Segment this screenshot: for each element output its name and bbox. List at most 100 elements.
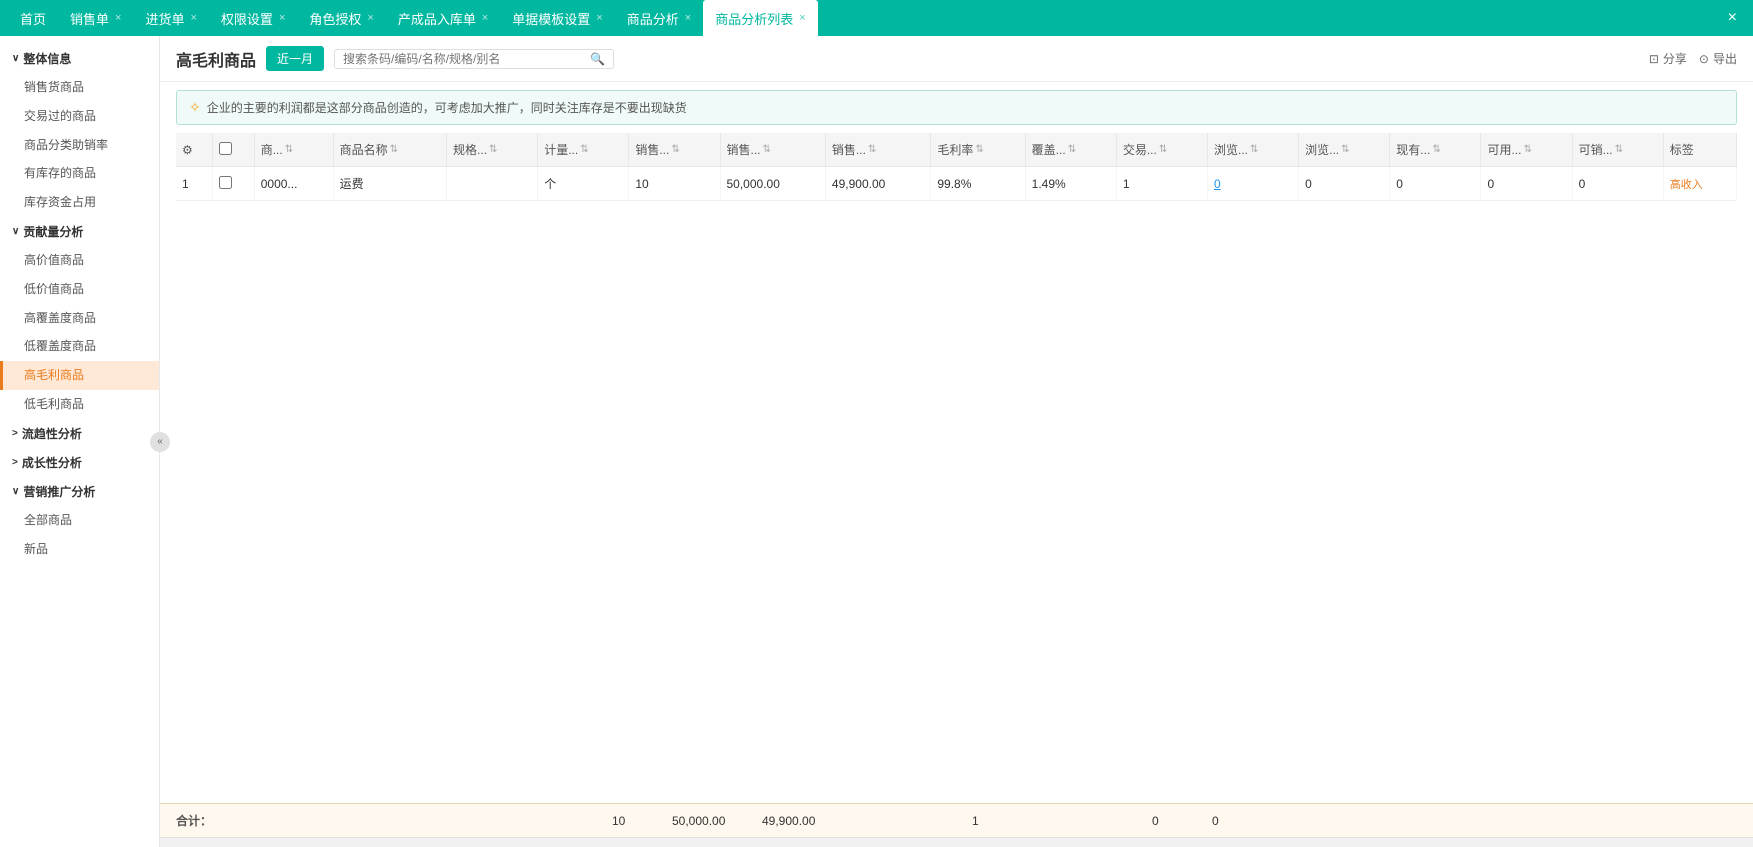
search-box: 🔍	[334, 49, 614, 69]
col-header-saleable_stock[interactable]: 可销...⇅	[1572, 133, 1663, 167]
total-sales-qty: 10	[606, 814, 666, 828]
sidebar-item-销售货商品[interactable]: 销售货商品	[0, 73, 159, 102]
data-table: ⚙商...⇅商品名称⇅规格...⇅计量...⇅销售...⇅销售...⇅销售...…	[176, 133, 1737, 201]
nav-close-icon[interactable]: ×	[367, 12, 373, 24]
col-header-unit[interactable]: 计量...⇅	[538, 133, 629, 167]
sidebar-item-库存资金占用[interactable]: 库存资金占用	[0, 188, 159, 217]
col-header-current_stock[interactable]: 现有...⇅	[1390, 133, 1481, 167]
nav-item-进货单[interactable]: 进货单×	[133, 0, 208, 36]
col-header-browse1[interactable]: 浏览...⇅	[1207, 133, 1298, 167]
nav-item-商品分析[interactable]: 商品分析×	[615, 0, 703, 36]
sidebar-group-成长性分析[interactable]: >成长性分析	[0, 448, 159, 477]
sort-icon: ⇅	[763, 144, 771, 155]
sort-icon: ⇅	[975, 144, 983, 155]
col-header-code[interactable]: 商...⇅	[254, 133, 333, 167]
col-label: 规格...	[453, 141, 487, 158]
sort-icon: ⇅	[390, 144, 398, 155]
nav-item-产成品入库单[interactable]: 产成品入库单×	[386, 0, 500, 36]
sort-icon: ⇅	[489, 144, 497, 155]
sidebar-group-label: 贡献量分析	[23, 223, 83, 240]
col-label: 浏览...	[1214, 141, 1248, 158]
sidebar-group-label: 整体信息	[23, 50, 71, 67]
nav-item-单据模板设置[interactable]: 单据模板设置×	[500, 0, 614, 36]
nav-item-权限设置[interactable]: 权限设置×	[209, 0, 297, 36]
sidebar-collapse-button[interactable]: «	[150, 432, 170, 452]
sidebar-item-新品[interactable]: 新品	[0, 535, 159, 564]
row-checkbox[interactable]	[219, 176, 232, 189]
nav-item-首页[interactable]: 首页	[8, 0, 58, 36]
nav-item-角色授权[interactable]: 角色授权×	[297, 0, 385, 36]
nav-close-icon[interactable]: ×	[799, 12, 805, 24]
cell-available_stock: 0	[1481, 167, 1572, 201]
sidebar-item-低覆盖度商品[interactable]: 低覆盖度商品	[0, 332, 159, 361]
cell-gross_margin: 99.8%	[931, 167, 1025, 201]
info-banner-text: 企业的主要的利润都是这部分商品创造的，可考虑加大推广，同时关注库存是不要出现缺货	[207, 99, 687, 116]
sidebar-item-高价值商品[interactable]: 高价值商品	[0, 246, 159, 275]
settings-icon[interactable]: ⚙	[182, 143, 193, 157]
select-all-checkbox[interactable]	[219, 142, 232, 155]
sidebar-item-全部商品[interactable]: 全部商品	[0, 506, 159, 535]
col-header-gross_margin[interactable]: 毛利率⇅	[931, 133, 1025, 167]
col-header-sales_qty[interactable]: 销售...⇅	[629, 133, 720, 167]
nav-close-icon[interactable]: ×	[115, 12, 121, 24]
search-icon[interactable]: 🔍	[590, 52, 605, 66]
total-trade-count: 1	[966, 814, 1026, 828]
nav-close-icon[interactable]: ×	[685, 12, 691, 24]
sidebar-group-整体信息[interactable]: ∨整体信息	[0, 44, 159, 73]
sidebar-group-label: 营销推广分析	[23, 483, 95, 500]
sidebar-group-label: 流趋性分析	[22, 425, 82, 442]
col-header-spec[interactable]: 规格...⇅	[447, 133, 538, 167]
horizontal-scrollbar[interactable]	[160, 837, 1753, 847]
col-header-sales_amount[interactable]: 销售...⇅	[720, 133, 825, 167]
export-button[interactable]: ⊙ 导出	[1699, 50, 1737, 67]
nav-close-icon[interactable]: ×	[596, 12, 602, 24]
nav-item-销售单[interactable]: 销售单×	[58, 0, 133, 36]
cell-browse2: 0	[1299, 167, 1390, 201]
main-container: ∨整体信息销售货商品交易过的商品商品分类助销率有库存的商品库存资金占用∨贡献量分…	[0, 36, 1753, 847]
cell-browse1[interactable]: 0	[1207, 167, 1298, 201]
nav-close-icon[interactable]: ×	[482, 12, 488, 24]
sidebar-group-贡献量分析[interactable]: ∨贡献量分析	[0, 217, 159, 246]
col-header-coverage[interactable]: 覆盖...⇅	[1025, 133, 1116, 167]
sidebar-group-label: 成长性分析	[22, 454, 82, 471]
col-label: 计量...	[544, 141, 578, 158]
cell-tag: 高收入	[1663, 167, 1736, 201]
col-header-sales_cost[interactable]: 销售...⇅	[825, 133, 930, 167]
sort-icon: ⇅	[1523, 144, 1531, 155]
col-label: 交易...	[1123, 141, 1157, 158]
nav-close-icon[interactable]: ×	[190, 12, 196, 24]
cell-coverage: 1.49%	[1025, 167, 1116, 201]
window-close-button[interactable]: ×	[1720, 9, 1745, 27]
sidebar: ∨整体信息销售货商品交易过的商品商品分类助销率有库存的商品库存资金占用∨贡献量分…	[0, 36, 160, 847]
sidebar-item-低价值商品[interactable]: 低价值商品	[0, 275, 159, 304]
total-bar: 合计： 10 50,000.00 49,900.00 1 0 0	[160, 803, 1753, 837]
table-header: ⚙商...⇅商品名称⇅规格...⇅计量...⇅销售...⇅销售...⇅销售...…	[176, 133, 1737, 167]
sidebar-item-商品分类助销率[interactable]: 商品分类助销率	[0, 131, 159, 160]
sidebar-item-有库存的商品[interactable]: 有库存的商品	[0, 159, 159, 188]
sidebar-group-营销推广分析[interactable]: ∨ 营销推广分析	[0, 477, 159, 506]
col-header-trade_count[interactable]: 交易...⇅	[1116, 133, 1207, 167]
cell-sales_qty: 10	[629, 167, 720, 201]
cell-trade_count: 1	[1116, 167, 1207, 201]
sidebar-group-流趋性分析[interactable]: >流趋性分析	[0, 419, 159, 448]
share-button[interactable]: ⊡ 分享	[1649, 50, 1687, 67]
cell-spec	[447, 167, 538, 201]
col-header-name[interactable]: 商品名称⇅	[333, 133, 446, 167]
nav-item-商品分析列表[interactable]: 商品分析列表×	[703, 0, 817, 36]
sort-icon: ⇅	[1250, 144, 1258, 155]
filter-recent-month-button[interactable]: 近一月	[266, 46, 324, 71]
share-icon: ⊡	[1649, 52, 1659, 66]
sidebar-item-交易过的商品[interactable]: 交易过的商品	[0, 102, 159, 131]
col-header-checkbox	[213, 133, 254, 167]
sidebar-item-高毛利商品[interactable]: 高毛利商品	[0, 361, 159, 390]
cell-saleable_stock: 0	[1572, 167, 1663, 201]
col-header-available_stock[interactable]: 可用...⇅	[1481, 133, 1572, 167]
top-navigation: 首页销售单×进货单×权限设置×角色授权×产成品入库单×单据模板设置×商品分析×商…	[0, 0, 1753, 36]
nav-close-icon[interactable]: ×	[279, 12, 285, 24]
sidebar-group-arrow: ∨	[12, 486, 19, 497]
sidebar-item-低毛利商品[interactable]: 低毛利商品	[0, 390, 159, 419]
search-input[interactable]	[343, 52, 590, 66]
sidebar-item-高覆盖度商品[interactable]: 高覆盖度商品	[0, 304, 159, 333]
col-header-browse2[interactable]: 浏览...⇅	[1299, 133, 1390, 167]
cell-sales_amount: 50,000.00	[720, 167, 825, 201]
